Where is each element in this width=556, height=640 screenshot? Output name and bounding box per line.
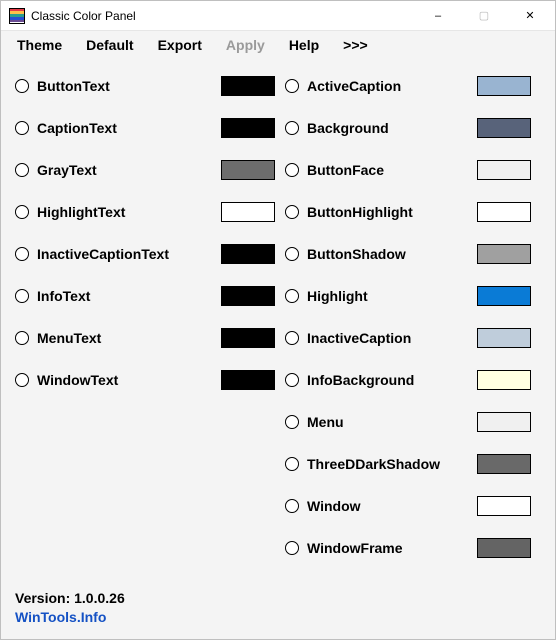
radio-inactivecaption[interactable] [285,331,299,345]
color-row-inactivecaption: InactiveCaption [285,317,541,359]
website-link[interactable]: WinTools.Info [15,608,125,627]
radio-windowframe[interactable] [285,541,299,555]
color-row-windowframe: WindowFrame [285,527,541,569]
color-row-window: Window [285,485,541,527]
radio-buttonhighlight[interactable] [285,205,299,219]
swatch-buttonface[interactable] [477,160,531,180]
label-windowtext: WindowText [37,372,118,388]
radio-activecaption[interactable] [285,79,299,93]
swatch-highlight[interactable] [477,286,531,306]
radio-buttontext[interactable] [15,79,29,93]
label-buttonshadow: ButtonShadow [307,246,406,262]
color-row-windowtext: WindowText [15,359,285,401]
swatch-window[interactable] [477,496,531,516]
radio-captiontext[interactable] [15,121,29,135]
label-graytext: GrayText [37,162,97,178]
menubar: ThemeDefaultExportApplyHelp>>> [1,31,555,59]
color-row-captiontext: CaptionText [15,107,285,149]
color-row-buttonhighlight: ButtonHighlight [285,191,541,233]
left-column: ButtonText CaptionText GrayText HighlightTe… [15,65,285,631]
swatch-menutext[interactable] [221,328,275,348]
content-area: ButtonText CaptionText GrayText HighlightTe… [1,59,555,639]
radio-menutext[interactable] [15,331,29,345]
swatch-inactivecaption[interactable] [477,328,531,348]
swatch-background[interactable] [477,118,531,138]
menu-default[interactable]: Default [76,33,143,57]
label-highlight: Highlight [307,288,368,304]
color-row-buttonface: ButtonFace [285,149,541,191]
radio-buttonshadow[interactable] [285,247,299,261]
swatch-infotext[interactable] [221,286,275,306]
swatch-windowframe[interactable] [477,538,531,558]
menu-theme[interactable]: Theme [7,33,72,57]
radio-highlighttext[interactable] [15,205,29,219]
label-infobackground: InfoBackground [307,372,414,388]
label-activecaption: ActiveCaption [307,78,401,94]
radio-menu[interactable] [285,415,299,429]
label-menu: Menu [307,414,344,430]
label-buttonhighlight: ButtonHighlight [307,204,413,220]
minimize-button[interactable]: – [415,1,461,31]
color-row-infobackground: InfoBackground [285,359,541,401]
label-highlighttext: HighlightText [37,204,125,220]
menu-apply: Apply [216,33,275,57]
maximize-button: ▢ [461,1,507,31]
menu--[interactable]: >>> [333,33,378,57]
titlebar: Classic Color Panel – ▢ ✕ [1,1,555,31]
swatch-threeddarkshadow[interactable] [477,454,531,474]
color-row-buttonshadow: ButtonShadow [285,233,541,275]
swatch-buttonshadow[interactable] [477,244,531,264]
radio-infobackground[interactable] [285,373,299,387]
label-infotext: InfoText [37,288,90,304]
radio-buttonface[interactable] [285,163,299,177]
menu-help[interactable]: Help [279,33,329,57]
label-threeddarkshadow: ThreeDDarkShadow [307,456,440,472]
swatch-highlighttext[interactable] [221,202,275,222]
radio-highlight[interactable] [285,289,299,303]
radio-background[interactable] [285,121,299,135]
color-row-buttontext: ButtonText [15,65,285,107]
close-button[interactable]: ✕ [507,1,553,31]
radio-inactivecaptiontext[interactable] [15,247,29,261]
color-row-menu: Menu [285,401,541,443]
swatch-activecaption[interactable] [477,76,531,96]
right-column: ActiveCaption Background ButtonFace ButtonH… [285,65,541,631]
swatch-captiontext[interactable] [221,118,275,138]
radio-infotext[interactable] [15,289,29,303]
color-row-activecaption: ActiveCaption [285,65,541,107]
label-captiontext: CaptionText [37,120,117,136]
swatch-infobackground[interactable] [477,370,531,390]
swatch-buttonhighlight[interactable] [477,202,531,222]
color-row-menutext: MenuText [15,317,285,359]
swatch-inactivecaptiontext[interactable] [221,244,275,264]
menu-export[interactable]: Export [148,33,212,57]
swatch-windowtext[interactable] [221,370,275,390]
radio-threeddarkshadow[interactable] [285,457,299,471]
radio-windowtext[interactable] [15,373,29,387]
swatch-menu[interactable] [477,412,531,432]
color-row-threeddarkshadow: ThreeDDarkShadow [285,443,541,485]
app-icon [9,8,25,24]
version-label: Version: 1.0.0.26 [15,589,125,608]
label-windowframe: WindowFrame [307,540,403,556]
radio-graytext[interactable] [15,163,29,177]
label-inactivecaptiontext: InactiveCaptionText [37,246,169,262]
radio-window[interactable] [285,499,299,513]
color-row-infotext: InfoText [15,275,285,317]
color-row-background: Background [285,107,541,149]
swatch-graytext[interactable] [221,160,275,180]
label-background: Background [307,120,389,136]
color-row-inactivecaptiontext: InactiveCaptionText [15,233,285,275]
label-menutext: MenuText [37,330,101,346]
window-title: Classic Color Panel [31,9,136,23]
label-inactivecaption: InactiveCaption [307,330,411,346]
label-window: Window [307,498,361,514]
footer: Version: 1.0.0.26 WinTools.Info [15,589,125,627]
color-row-highlighttext: HighlightText [15,191,285,233]
label-buttonface: ButtonFace [307,162,384,178]
label-buttontext: ButtonText [37,78,110,94]
swatch-buttontext[interactable] [221,76,275,96]
color-row-highlight: Highlight [285,275,541,317]
color-row-graytext: GrayText [15,149,285,191]
